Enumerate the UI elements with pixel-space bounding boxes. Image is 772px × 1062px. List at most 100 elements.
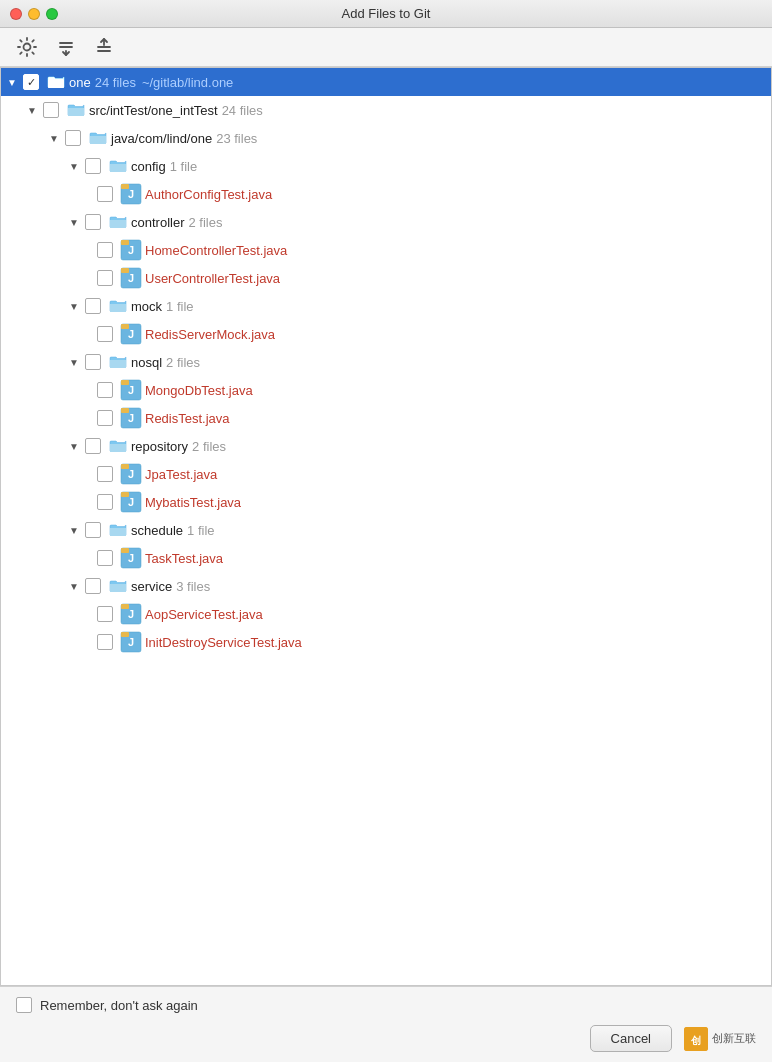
collapse-button[interactable] [90, 35, 118, 59]
checkbox-schedule[interactable] [85, 522, 101, 538]
window-title: Add Files to Git [342, 6, 431, 21]
tree-row-controller[interactable]: ▼ controller 2 files [1, 208, 771, 236]
tree-row-repository[interactable]: ▼ repository 2 files [1, 432, 771, 460]
tree-row-mybatisTest[interactable]: J MybatisTest.java [1, 488, 771, 516]
tree-row-java[interactable]: ▼ java/com/lind/one 23 files [1, 124, 771, 152]
chevron-schedule: ▼ [67, 525, 81, 536]
repository-name: repository [131, 439, 188, 454]
checkbox-taskTest[interactable] [97, 550, 113, 566]
folder-icon-repository [109, 439, 127, 453]
bottom-area: Remember, don't ask again Cancel 创 创新互联 [0, 986, 772, 1062]
folder-icon-root [47, 75, 65, 89]
chevron-config: ▼ [67, 161, 81, 172]
checkbox-controller[interactable] [85, 214, 101, 230]
tree-row-initDestroyServiceTest[interactable]: J InitDestroyServiceTest.java [1, 628, 771, 656]
toolbar [0, 28, 772, 67]
checkbox-userControllerTest[interactable] [97, 270, 113, 286]
java-file-icon-jpaTest: J [120, 463, 142, 485]
svg-text:J: J [128, 468, 134, 480]
jpaTest-name: JpaTest.java [145, 467, 217, 482]
root-name: one [69, 75, 91, 90]
java-name: java/com/lind/one [111, 131, 212, 146]
file-tree: ▼ one 24 files ~/gitlab/lind.one ▼ src/i… [0, 67, 772, 986]
expand-button[interactable] [52, 35, 80, 59]
svg-rect-12 [121, 240, 129, 245]
checkbox-mock[interactable] [85, 298, 101, 314]
checkbox-authorConfigTest[interactable] [97, 186, 113, 202]
checkbox-aopServiceTest[interactable] [97, 606, 113, 622]
checkbox-service[interactable] [85, 578, 101, 594]
maximize-button[interactable] [46, 8, 58, 20]
tree-row-mongoDbTest[interactable]: J MongoDbTest.java [1, 376, 771, 404]
chevron-java: ▼ [47, 133, 61, 144]
chevron-controller: ▼ [67, 217, 81, 228]
checkbox-initDestroyServiceTest[interactable] [97, 634, 113, 650]
brand-text: 创新互联 [712, 1032, 756, 1045]
svg-text:J: J [128, 608, 134, 620]
checkbox-src[interactable] [43, 102, 59, 118]
tree-row-mock[interactable]: ▼ mock 1 file [1, 292, 771, 320]
close-button[interactable] [10, 8, 22, 20]
checkbox-config[interactable] [85, 158, 101, 174]
folder-icon-src [67, 103, 85, 117]
checkbox-redisServerMock[interactable] [97, 326, 113, 342]
remember-row: Remember, don't ask again [16, 997, 756, 1013]
folder-icon-controller [109, 215, 127, 229]
cancel-button[interactable]: Cancel [590, 1025, 672, 1052]
root-file-count: 24 files [95, 75, 136, 90]
userControllerTest-name: UserControllerTest.java [145, 271, 280, 286]
mock-file-count: 1 file [166, 299, 193, 314]
svg-text:J: J [128, 384, 134, 396]
settings-button[interactable] [12, 34, 42, 60]
aopServiceTest-name: AopServiceTest.java [145, 607, 263, 622]
folder-icon-config [109, 159, 127, 173]
initDestroyServiceTest-name: InitDestroyServiceTest.java [145, 635, 302, 650]
checkbox-nosql[interactable] [85, 354, 101, 370]
tree-row-nosql[interactable]: ▼ nosql 2 files [1, 348, 771, 376]
svg-text:J: J [128, 636, 134, 648]
tree-row-redisServerMock[interactable]: J RedisServerMock.java [1, 320, 771, 348]
checkbox-jpaTest[interactable] [97, 466, 113, 482]
folder-icon-mock [109, 299, 127, 313]
java-file-icon-mybatisTest: J [120, 491, 142, 513]
remember-checkbox[interactable] [16, 997, 32, 1013]
checkbox-root[interactable] [23, 74, 39, 90]
traffic-lights [10, 8, 58, 20]
checkbox-mybatisTest[interactable] [97, 494, 113, 510]
checkbox-redisTest[interactable] [97, 410, 113, 426]
tree-row-authorConfigTest[interactable]: J AuthorConfigTest.java [1, 180, 771, 208]
minimize-button[interactable] [28, 8, 40, 20]
service-file-count: 3 files [176, 579, 210, 594]
svg-text:J: J [128, 412, 134, 424]
tree-row-taskTest[interactable]: J TaskTest.java [1, 544, 771, 572]
tree-row-config[interactable]: ▼ config 1 file [1, 152, 771, 180]
tree-row-userControllerTest[interactable]: J UserControllerTest.java [1, 264, 771, 292]
svg-rect-30 [121, 492, 129, 497]
svg-text:J: J [128, 244, 134, 256]
tree-row-schedule[interactable]: ▼ schedule 1 file [1, 516, 771, 544]
java-file-icon-homeControllerTest: J [120, 239, 142, 261]
checkbox-mongoDbTest[interactable] [97, 382, 113, 398]
checkbox-repository[interactable] [85, 438, 101, 454]
tree-row-homeControllerTest[interactable]: J HomeControllerTest.java [1, 236, 771, 264]
schedule-name: schedule [131, 523, 183, 538]
svg-rect-24 [121, 408, 129, 413]
nosql-name: nosql [131, 355, 162, 370]
svg-text:J: J [128, 552, 134, 564]
java-file-icon-redisServerMock: J [120, 323, 142, 345]
svg-text:J: J [128, 272, 134, 284]
controller-file-count: 2 files [188, 215, 222, 230]
checkbox-homeControllerTest[interactable] [97, 242, 113, 258]
chevron-repository: ▼ [67, 441, 81, 452]
tree-row-jpaTest[interactable]: J JpaTest.java [1, 460, 771, 488]
tree-row-aopServiceTest[interactable]: J AopServiceTest.java [1, 600, 771, 628]
tree-row-root[interactable]: ▼ one 24 files ~/gitlab/lind.one [1, 68, 771, 96]
tree-row-redisTest[interactable]: J RedisTest.java [1, 404, 771, 432]
svg-rect-39 [121, 632, 129, 637]
repository-file-count: 2 files [192, 439, 226, 454]
config-name: config [131, 159, 166, 174]
checkbox-java[interactable] [65, 130, 81, 146]
mybatisTest-name: MybatisTest.java [145, 495, 241, 510]
tree-row-service[interactable]: ▼ service 3 files [1, 572, 771, 600]
tree-row-src[interactable]: ▼ src/intTest/one_intTest 24 files [1, 96, 771, 124]
